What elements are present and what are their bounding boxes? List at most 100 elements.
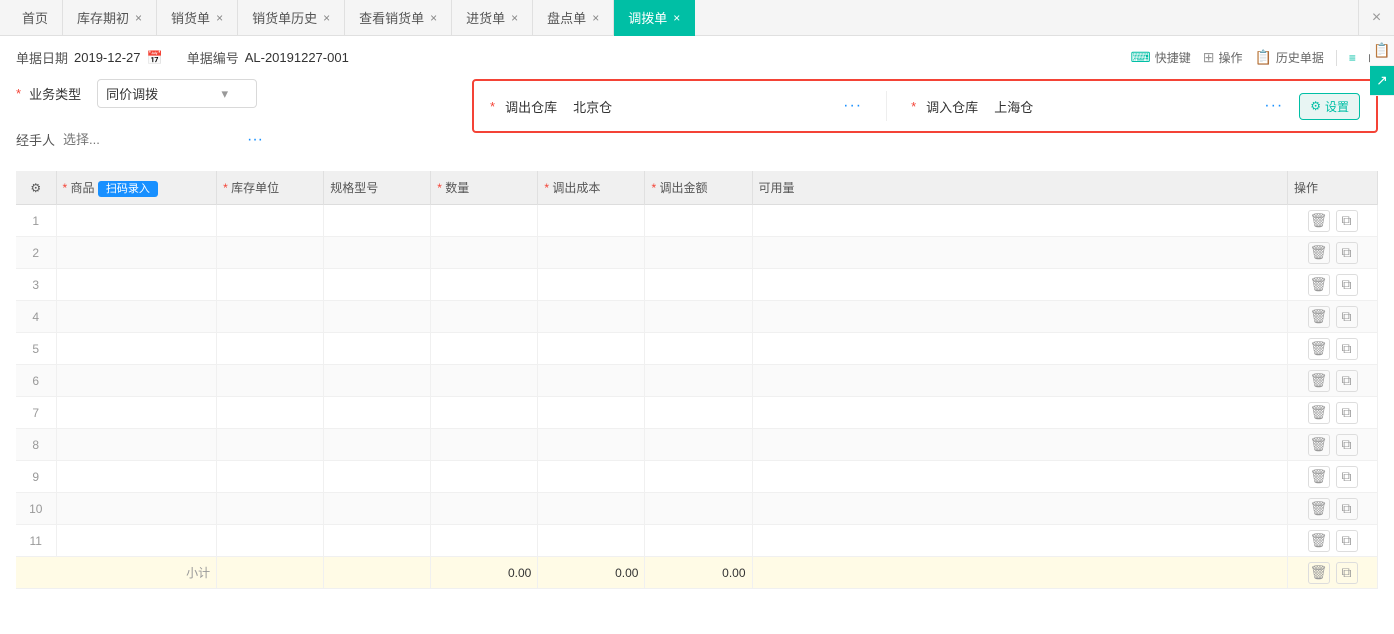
in-wh-label: 调入仓库 xyxy=(926,97,978,116)
tab-view-sales[interactable]: 查看销货单 × xyxy=(345,0,452,36)
tab-sales-order[interactable]: 销货单 × xyxy=(157,0,238,36)
copy-icon[interactable]: ⧉ xyxy=(1336,306,1358,328)
row-spec xyxy=(324,205,431,237)
copy-icon[interactable]: ⧉ xyxy=(1336,466,1358,488)
row-qty xyxy=(431,333,538,365)
delete-icon[interactable]: 🗑 xyxy=(1308,274,1330,296)
in-wh-more-btn[interactable]: ··· xyxy=(1264,97,1283,115)
copy-icon[interactable]: ⧉ xyxy=(1336,498,1358,520)
row-spec xyxy=(324,493,431,525)
delete-icon[interactable]: 🗑 xyxy=(1308,562,1330,584)
tab-stocktake[interactable]: 盘点单 × xyxy=(533,0,614,36)
scan-barcode-btn[interactable]: 扫码录入 xyxy=(98,181,158,197)
calendar-icon[interactable]: 📅 xyxy=(147,50,163,66)
copy-icon[interactable]: ⧉ xyxy=(1336,274,1358,296)
row-amount xyxy=(645,301,752,333)
th-unit: * 库存单位 xyxy=(217,171,324,205)
biz-type-field: * 业务类型 xyxy=(16,84,81,103)
main-content: 单据日期 2019-12-27 📅 单据编号 AL-20191227-001 ⌨… xyxy=(0,36,1394,601)
delete-icon[interactable]: 🗑 xyxy=(1308,242,1330,264)
copy-icon[interactable]: ⧉ xyxy=(1336,434,1358,456)
out-wh-more-btn[interactable]: ··· xyxy=(843,97,862,115)
copy-icon[interactable]: ⧉ xyxy=(1336,402,1358,424)
tab-close-stocktake[interactable]: × xyxy=(592,11,599,25)
form-header-left: 单据日期 2019-12-27 📅 单据编号 AL-20191227-001 xyxy=(16,48,349,67)
delete-icon[interactable]: 🗑 xyxy=(1308,530,1330,552)
row-spec xyxy=(324,397,431,429)
row-unit xyxy=(217,269,324,301)
delete-icon[interactable]: 🗑 xyxy=(1308,370,1330,392)
delete-icon[interactable]: 🗑 xyxy=(1308,466,1330,488)
tab-transfer[interactable]: 调拨单 × xyxy=(614,0,695,36)
view-list-btn[interactable]: ≡ xyxy=(1349,51,1356,65)
copy-icon[interactable]: ⧉ xyxy=(1336,562,1358,584)
delete-icon[interactable]: 🗑 xyxy=(1308,338,1330,360)
copy-icon[interactable]: ⧉ xyxy=(1336,530,1358,552)
tab-close-transfer[interactable]: × xyxy=(673,11,680,25)
copy-icon[interactable]: ⧉ xyxy=(1336,210,1358,232)
copy-icon[interactable]: ⧉ xyxy=(1336,370,1358,392)
copy-icon[interactable]: ⧉ xyxy=(1336,338,1358,360)
biz-type-select[interactable]: 同价调拨 ▾ xyxy=(97,79,257,108)
copy-icon[interactable]: ⧉ xyxy=(1336,242,1358,264)
tab-home[interactable]: 首页 xyxy=(8,0,63,36)
sidebar-expand-btn[interactable]: ↗ xyxy=(1370,66,1394,96)
row-spec xyxy=(324,301,431,333)
out-wh-label: 调出仓库 xyxy=(505,97,557,116)
qty-req-star: * xyxy=(437,181,442,195)
th-gear[interactable]: ⚙ xyxy=(16,171,56,205)
row-product xyxy=(56,429,217,461)
delete-icon[interactable]: 🗑 xyxy=(1308,402,1330,424)
delete-icon[interactable]: 🗑 xyxy=(1308,306,1330,328)
delete-icon[interactable]: 🗑 xyxy=(1308,210,1330,232)
date-label: 单据日期 xyxy=(16,48,68,67)
tab-purchase[interactable]: 进货单 × xyxy=(452,0,533,36)
tab-inventory-init[interactable]: 库存期初 × xyxy=(63,0,157,36)
tab-bar: 首页 库存期初 × 销货单 × 销货单历史 × 查看销货单 × 进货单 × 盘点… xyxy=(0,0,1394,36)
row-available xyxy=(752,365,1287,397)
row-qty xyxy=(431,493,538,525)
th-cost: * 调出成本 xyxy=(538,171,645,205)
table-row: 3 🗑 ⧉ xyxy=(16,269,1378,301)
settings-button[interactable]: ⚙ 设置 xyxy=(1299,93,1360,120)
subtotal-available xyxy=(752,557,1287,589)
handler-input[interactable] xyxy=(63,132,239,147)
sidebar-notes-btn[interactable]: 📋 xyxy=(1370,36,1394,66)
row-product xyxy=(56,269,217,301)
tab-close-inventory-init[interactable]: × xyxy=(135,11,142,25)
tab-close-sales-order[interactable]: × xyxy=(216,11,223,25)
view-list-icon: ≡ xyxy=(1349,51,1356,65)
tab-sales-history[interactable]: 销货单历史 × xyxy=(238,0,345,36)
table-container: ⚙ * 商品 扫码录入 * 库存单位 规格型号 * xyxy=(16,171,1378,589)
biz-type-row: * 业务类型 同价调拨 ▾ xyxy=(16,79,456,108)
history-btn[interactable]: 📋 历史单据 xyxy=(1254,49,1323,66)
shortcut-btn[interactable]: ⌨ 快捷键 xyxy=(1130,49,1190,66)
table-row: 6 🗑 ⧉ xyxy=(16,365,1378,397)
delete-icon[interactable]: 🗑 xyxy=(1308,498,1330,520)
right-sidebar: 📋 ↗ xyxy=(1370,36,1394,96)
row-cost xyxy=(538,365,645,397)
tab-close-sales-history[interactable]: × xyxy=(323,11,330,25)
row-unit xyxy=(217,429,324,461)
row-available xyxy=(752,461,1287,493)
tab-close-purchase[interactable]: × xyxy=(511,11,518,25)
row-amount xyxy=(645,397,752,429)
row-qty xyxy=(431,205,538,237)
tab-close-view-sales[interactable]: × xyxy=(430,11,437,25)
operations-btn[interactable]: ⊞ 操作 xyxy=(1203,49,1243,66)
subtotal-row: 小计 0.00 0.00 0.00 🗑 ⧉ xyxy=(16,557,1378,589)
subtotal-ops: 🗑 ⧉ xyxy=(1288,557,1378,589)
biz-type-label: 业务类型 xyxy=(29,84,81,103)
subtotal-label: 小计 xyxy=(16,557,217,589)
row-amount xyxy=(645,461,752,493)
global-close-button[interactable]: × xyxy=(1358,0,1394,36)
table-body: 1 🗑 ⧉ 2 🗑 xyxy=(16,205,1378,589)
table-row: 7 🗑 ⧉ xyxy=(16,397,1378,429)
handler-more-btn[interactable]: ··· xyxy=(247,131,263,149)
row-product xyxy=(56,301,217,333)
in-wh-star: * xyxy=(911,99,916,114)
delete-icon[interactable]: 🗑 xyxy=(1308,434,1330,456)
row-product xyxy=(56,493,217,525)
row-cost xyxy=(538,461,645,493)
row-cost xyxy=(538,301,645,333)
